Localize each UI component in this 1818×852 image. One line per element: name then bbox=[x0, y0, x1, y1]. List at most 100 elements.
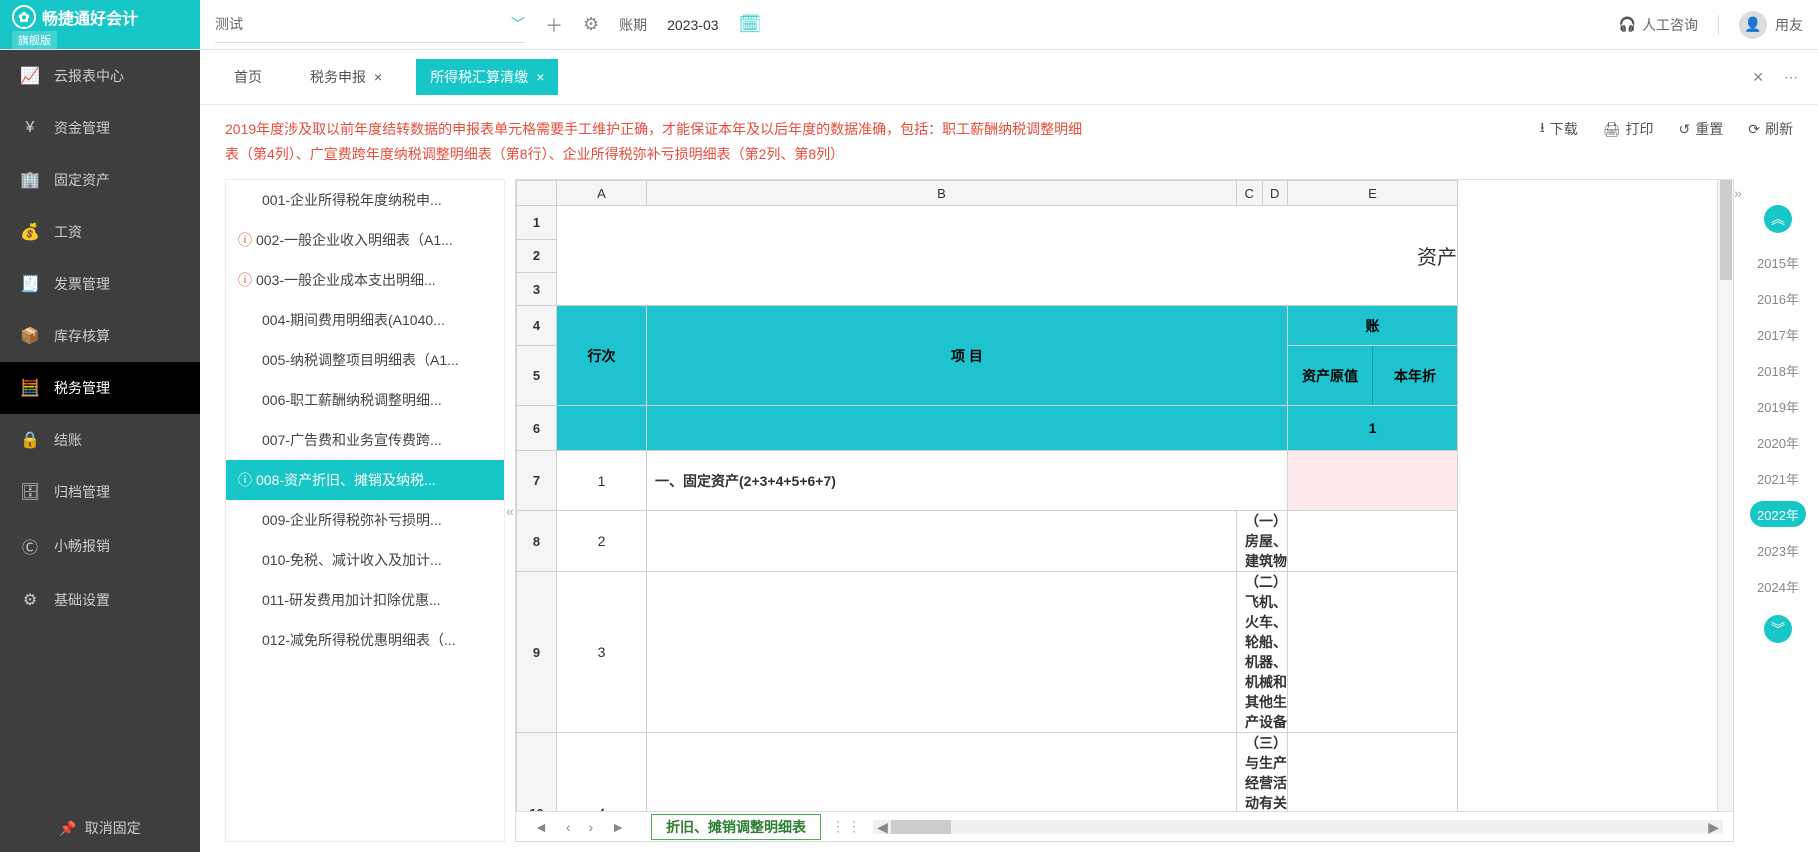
tab-1[interactable]: 税务申报× bbox=[296, 59, 396, 95]
nav-label: 发票管理 bbox=[54, 274, 110, 294]
avatar-icon: 👤 bbox=[1739, 11, 1767, 39]
tab-bar: 首页税务申报× 所得税汇算清缴× ✕ ⋯ bbox=[200, 50, 1818, 105]
form-item-9[interactable]: 010-免税、减计收入及加计... bbox=[226, 540, 504, 580]
period-value[interactable]: 2023-03 bbox=[667, 17, 718, 33]
tab-0[interactable]: 首页 bbox=[220, 59, 276, 95]
refresh-icon: ⟳ bbox=[1748, 121, 1760, 138]
period-label: 账期 bbox=[619, 15, 647, 35]
col-header[interactable]: C bbox=[1237, 181, 1263, 206]
nav-icon: 🗄 bbox=[20, 482, 40, 502]
tab-close-icon[interactable]: × bbox=[374, 69, 382, 85]
nav-label: 归档管理 bbox=[54, 482, 110, 502]
company-selector[interactable]: 测试 ﹀ bbox=[215, 6, 525, 43]
col-header[interactable]: D bbox=[1262, 181, 1288, 206]
add-icon[interactable]: ＋ bbox=[545, 12, 563, 38]
tab-2[interactable]: 所得税汇算清缴× bbox=[416, 59, 558, 95]
nav-label: 小畅报销 bbox=[54, 536, 110, 556]
sidebar-item-4[interactable]: 🧾 发票管理 bbox=[0, 258, 200, 310]
year-2021年[interactable]: 2021年 bbox=[1750, 465, 1806, 491]
sheet-nav-first-icon[interactable]: ◄ bbox=[534, 819, 548, 835]
scroll-right-icon[interactable]: ▶ bbox=[1708, 819, 1719, 836]
form-item-1[interactable]: ⓘ002-一般企业收入明细表（A1... bbox=[226, 220, 504, 260]
sheet-nav-prev-icon[interactable]: ‹ bbox=[566, 819, 571, 835]
question-icon: ⓘ bbox=[238, 230, 252, 250]
tab-close-icon[interactable]: × bbox=[536, 69, 544, 85]
year-2022年[interactable]: 2022年 bbox=[1750, 501, 1806, 527]
sheet-grid[interactable]: ABCDE1资产234行次项 目账5资产原值本年折6171一、固定资产(2+3+… bbox=[516, 180, 1717, 811]
brand-logo-icon: ✿ bbox=[12, 5, 36, 29]
sheet-nav-next-icon[interactable]: › bbox=[589, 819, 594, 835]
spreadsheet: ABCDE1资产234行次项 目账5资产原值本年折6171一、固定资产(2+3+… bbox=[515, 179, 1734, 842]
calendar-icon[interactable]: 🗓 bbox=[739, 14, 762, 35]
sheet-vscroll[interactable] bbox=[1717, 180, 1733, 811]
app-header: ✿ 畅捷通好会计 旗舰版 测试 ﹀ ＋ ⚙ 账期 2023-03 🗓 🎧 人工咨… bbox=[0, 0, 1818, 50]
year-2015年[interactable]: 2015年 bbox=[1750, 249, 1806, 275]
form-item-5[interactable]: 006-职工薪酬纳税调整明细... bbox=[226, 380, 504, 420]
user-menu[interactable]: 👤 用友 bbox=[1739, 11, 1803, 39]
form-item-10[interactable]: 011-研发费用加计扣除优惠... bbox=[226, 580, 504, 620]
sidebar-item-6[interactable]: 🧮税务管理 bbox=[0, 362, 200, 414]
splitter-right[interactable]: » bbox=[1734, 179, 1748, 842]
form-item-3[interactable]: 004-期间费用明细表(A1040... bbox=[226, 300, 504, 340]
nav-label: 资金管理 bbox=[54, 118, 110, 138]
year-2016年[interactable]: 2016年 bbox=[1750, 285, 1806, 311]
year-2020年[interactable]: 2020年 bbox=[1750, 429, 1806, 455]
download-icon: ⭳ bbox=[1540, 117, 1545, 141]
sidebar-item-10[interactable]: ⚙基础设置 bbox=[0, 574, 200, 626]
scroll-left-icon[interactable]: ◀ bbox=[877, 819, 888, 836]
nav-icon: 🧾 bbox=[20, 274, 40, 294]
refresh-button[interactable]: ⟳刷新 bbox=[1748, 117, 1793, 141]
sheet-tab[interactable]: 折旧、摊销调整明细表 bbox=[651, 814, 821, 840]
nav-label: 基础设置 bbox=[54, 590, 110, 610]
col-header[interactable]: E bbox=[1288, 181, 1458, 206]
col-header[interactable]: B bbox=[647, 181, 1237, 206]
year-2018年[interactable]: 2018年 bbox=[1750, 357, 1806, 383]
form-item-11[interactable]: 012-减免所得税优惠明细表（... bbox=[226, 620, 504, 660]
consult-link[interactable]: 🎧 人工咨询 bbox=[1619, 15, 1698, 35]
nav-icon: 🔒 bbox=[20, 430, 40, 450]
year-2019年[interactable]: 2019年 bbox=[1750, 393, 1806, 419]
nav-label: 结账 bbox=[54, 430, 82, 450]
close-all-icon[interactable]: ✕ bbox=[1752, 69, 1764, 86]
year-2023年[interactable]: 2023年 bbox=[1750, 537, 1806, 563]
nav-icon: 🏢 bbox=[20, 170, 40, 190]
company-name: 测试 bbox=[215, 14, 243, 34]
splitter-left[interactable]: « bbox=[505, 179, 515, 842]
year-2017年[interactable]: 2017年 bbox=[1750, 321, 1806, 347]
chevron-down-icon: ﹀ bbox=[511, 14, 525, 34]
sidebar-item-3[interactable]: 💰工资 bbox=[0, 206, 200, 258]
print-button[interactable]: 🖨打印 bbox=[1603, 117, 1654, 141]
reset-button[interactable]: ↺重置 bbox=[1679, 117, 1724, 141]
sidebar-item-7[interactable]: 🔒 结账 bbox=[0, 414, 200, 466]
sheet-resize-grip-icon[interactable]: ⋮⋮ bbox=[831, 818, 863, 835]
notice-text: 2019年度涉及取以前年度结转数据的申报表单元格需要手工维护正确，才能保证本年及… bbox=[225, 117, 1085, 167]
sidebar-item-5[interactable]: 📦库存核算 bbox=[0, 310, 200, 362]
more-tabs-icon[interactable]: ⋯ bbox=[1784, 69, 1798, 86]
sheet-nav-last-icon[interactable]: ► bbox=[611, 819, 625, 835]
form-item-7[interactable]: ⓘ008-资产折旧、摊销及纳税... bbox=[226, 460, 504, 500]
nav-icon: 📈 bbox=[20, 66, 40, 86]
sidebar-item-2[interactable]: 🏢固定资产 bbox=[0, 154, 200, 206]
sidebar-item-9[interactable]: Ⓒ 小畅报销 bbox=[0, 518, 200, 574]
unpin-button[interactable]: 📌 取消固定 bbox=[0, 804, 200, 852]
sidebar-item-1[interactable]: ¥资金管理 bbox=[0, 102, 200, 154]
form-item-0[interactable]: 001-企业所得税年度纳税申... bbox=[226, 180, 504, 220]
col-header[interactable]: A bbox=[557, 181, 647, 206]
sheet-hscroll[interactable]: ◀ ▶ bbox=[873, 820, 1723, 834]
sidebar-item-8[interactable]: 🗄 归档管理 bbox=[0, 466, 200, 518]
brand-block: ✿ 畅捷通好会计 旗舰版 bbox=[0, 0, 200, 49]
form-item-6[interactable]: 007-广告费和业务宣传费跨... bbox=[226, 420, 504, 460]
question-icon: ⓘ bbox=[238, 270, 252, 290]
download-button[interactable]: ⭳下载 bbox=[1540, 117, 1578, 141]
form-item-2[interactable]: ⓘ003-一般企业成本支出明细... bbox=[226, 260, 504, 300]
form-item-8[interactable]: 009-企业所得税弥补亏损明... bbox=[226, 500, 504, 540]
headset-icon: 🎧 bbox=[1619, 16, 1636, 33]
gear-icon[interactable]: ⚙ bbox=[583, 14, 599, 35]
sidebar-item-0[interactable]: 📈云报表中心 bbox=[0, 50, 200, 102]
year-scroll-down-icon[interactable]: ︾ bbox=[1764, 615, 1792, 643]
form-item-4[interactable]: 005-纳税调整项目明细表（A1... bbox=[226, 340, 504, 380]
year-2024年[interactable]: 2024年 bbox=[1750, 573, 1806, 599]
nav-icon: Ⓒ bbox=[20, 534, 40, 558]
year-scroll-up-icon[interactable]: ︽ bbox=[1764, 205, 1792, 233]
main-area: 首页税务申报× 所得税汇算清缴× ✕ ⋯ 2019年度涉及取以前年度结转数据的申报… bbox=[200, 50, 1818, 852]
